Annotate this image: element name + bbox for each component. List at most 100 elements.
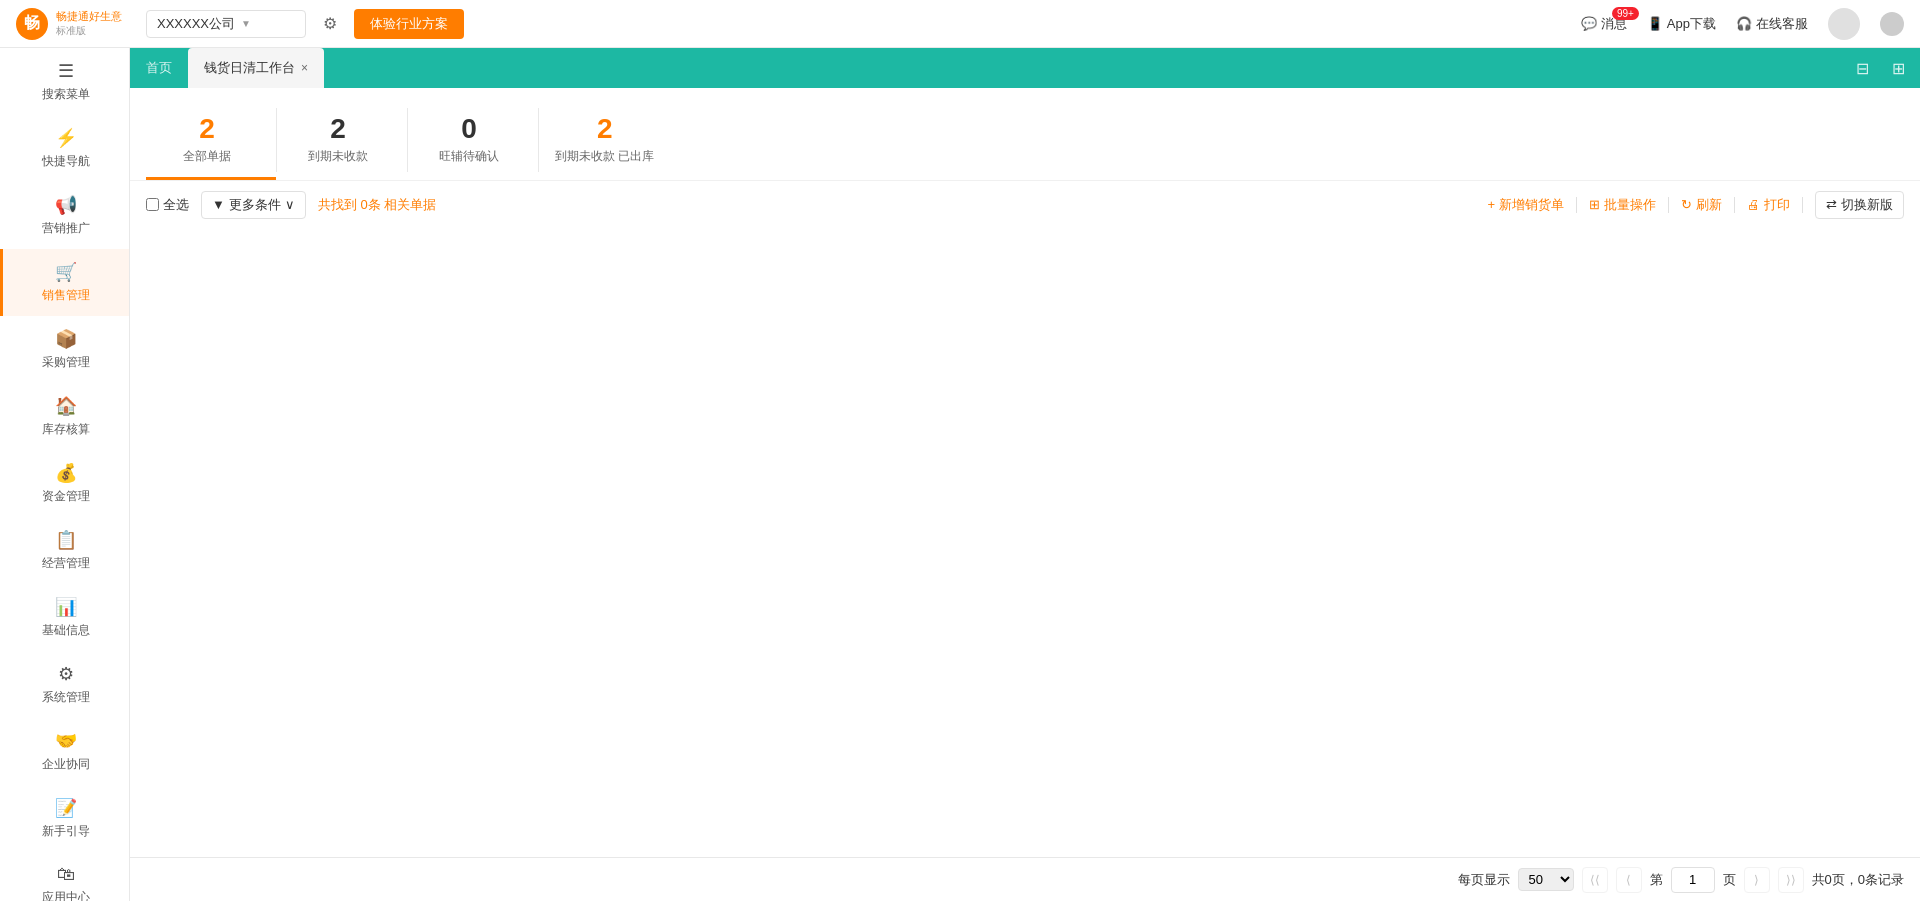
sidebar-label-sales: 销售管理	[42, 287, 90, 304]
filter-arrow-icon: ∨	[285, 197, 295, 212]
service-icon: 🎧	[1736, 16, 1752, 31]
logo-icon: 畅	[16, 8, 48, 40]
operations-icon: 📋	[55, 529, 77, 551]
first-page-button[interactable]: ⟨⟨	[1582, 867, 1608, 893]
summary-cards: 2 全部单据 2 到期未收款 0 旺辅待确认 2 到期未收款 已出库	[130, 88, 1920, 180]
toolbar: 全选 ▼ 更多条件 ∨ 共找到 0条 相关单据 + 新增销货单	[130, 180, 1920, 229]
refresh-icon: ↻	[1681, 197, 1692, 212]
message-icon: 💬	[1581, 16, 1597, 31]
sidebar-label-search-menu: 搜索菜单	[42, 86, 90, 103]
sidebar-label-quick-nav: 快捷导航	[42, 153, 90, 170]
next-page-button[interactable]: ⟩	[1744, 867, 1770, 893]
pagination-bar: 每页显示 50 100 200 ⟨⟨ ⟨ 第 页 ⟩ ⟩⟩ 共0页，0条记录	[130, 857, 1920, 901]
card-out-stock[interactable]: 2 到期未收款 已出库	[539, 104, 678, 180]
sidebar-item-finance[interactable]: 💰 资金管理	[0, 450, 129, 517]
select-all-checkbox[interactable]: 全选	[146, 196, 189, 214]
app-download-label: App下载	[1667, 15, 1716, 33]
select-all-label: 全选	[163, 196, 189, 214]
sidebar-item-operations[interactable]: 📋 经营管理	[0, 517, 129, 584]
sidebar-item-marketing[interactable]: 📢 营销推广	[0, 182, 129, 249]
online-service-button[interactable]: 🎧 在线客服	[1736, 15, 1808, 33]
total-info: 共0页，0条记录	[1812, 871, 1904, 889]
found-count-info: 共找到 0条 相关单据	[318, 196, 436, 214]
enterprise-icon: 🤝	[55, 730, 77, 752]
sidebar-label-marketing: 营销推广	[42, 220, 90, 237]
guide-icon: 📝	[55, 797, 77, 819]
toolbar-divider-4	[1802, 197, 1803, 213]
tab-home[interactable]: 首页	[130, 48, 188, 88]
system-icon: ⚙	[58, 663, 74, 685]
switch-label: 切换新版	[1841, 196, 1893, 214]
content-area: 2 全部单据 2 到期未收款 0 旺辅待确认 2 到期未收款 已出库	[130, 88, 1920, 901]
header-right: 💬 消息 99+ 📱 App下载 🎧 在线客服	[1581, 8, 1904, 40]
company-name: XXXXXX公司	[157, 15, 235, 33]
card-overdue-count: 2	[293, 112, 383, 146]
last-page-button[interactable]: ⟩⟩	[1778, 867, 1804, 893]
sidebar-item-purchase[interactable]: 📦 采购管理	[0, 316, 129, 383]
tab-home-label: 首页	[146, 59, 172, 77]
tab-close-icon[interactable]: ×	[301, 61, 308, 75]
print-button[interactable]: 🖨 打印	[1747, 196, 1790, 214]
prev-page-button[interactable]: ⟨	[1616, 867, 1642, 893]
tab-bar: 首页 钱货日清工作台 × ⊟ ⊞	[130, 48, 1920, 88]
sidebar-item-sales[interactable]: 🛒 销售管理	[0, 249, 129, 316]
sidebar-label-enterprise: 企业协同	[42, 756, 90, 773]
quick-nav-icon: ⚡	[55, 127, 77, 149]
dropdown-arrow-icon: ▼	[241, 18, 251, 29]
sidebar-item-search-menu[interactable]: ☰ 搜索菜单	[0, 48, 129, 115]
logo-text: 畅捷通好生意	[56, 9, 122, 23]
tab-workbench[interactable]: 钱货日清工作台 ×	[188, 48, 324, 88]
settings-button[interactable]: ⚙	[314, 8, 346, 40]
sidebar: ☰ 搜索菜单 ⚡ 快捷导航 📢 营销推广 🛒 销售管理 📦 采购管理 🏠 库存核…	[0, 48, 130, 901]
sidebar-label-base-info: 基础信息	[42, 622, 90, 639]
sidebar-item-enterprise[interactable]: 🤝 企业协同	[0, 718, 129, 785]
logo-sub: 标准版	[56, 24, 122, 38]
tab-minimize-button[interactable]: ⊟	[1848, 54, 1876, 82]
search-menu-icon: ☰	[58, 60, 74, 82]
sidebar-item-quick-nav[interactable]: ⚡ 快捷导航	[0, 115, 129, 182]
messages-button[interactable]: 💬 消息 99+	[1581, 15, 1627, 33]
trial-button[interactable]: 体验行业方案	[354, 9, 464, 39]
avatar-secondary[interactable]	[1880, 12, 1904, 36]
app-download-button[interactable]: 📱 App下载	[1647, 15, 1716, 33]
sidebar-label-guide: 新手引导	[42, 823, 90, 840]
phone-icon: 📱	[1647, 16, 1663, 31]
select-all-input[interactable]	[146, 198, 159, 211]
tab-actions: ⊟ ⊞	[1848, 54, 1920, 82]
sidebar-item-system[interactable]: ⚙ 系统管理	[0, 651, 129, 718]
card-out-stock-label: 到期未收款 已出库	[555, 148, 654, 165]
sidebar-item-base-info[interactable]: 📊 基础信息	[0, 584, 129, 651]
page-number-input[interactable]	[1671, 867, 1715, 893]
batch-btn-label: 批量操作	[1604, 196, 1656, 214]
sidebar-item-app-center[interactable]: 🛍 应用中心	[0, 852, 129, 901]
per-page-select[interactable]: 50 100 200	[1518, 868, 1574, 891]
batch-button[interactable]: ⊞ 批量操作	[1589, 196, 1656, 214]
sidebar-item-guide[interactable]: 📝 新手引导	[0, 785, 129, 852]
avatar[interactable]	[1828, 8, 1860, 40]
messages-badge: 99+	[1612, 7, 1639, 20]
add-icon: +	[1487, 197, 1495, 212]
per-page-label: 每页显示	[1458, 871, 1510, 889]
page-label: 第	[1650, 871, 1663, 889]
card-all[interactable]: 2 全部单据	[146, 104, 276, 180]
top-header: 畅 畅捷通好生意 标准版 XXXXXX公司 ▼ ⚙ 体验行业方案 💬 消息 99…	[0, 0, 1920, 48]
filter-button[interactable]: ▼ 更多条件 ∨	[201, 191, 306, 219]
filter-label: 更多条件	[229, 196, 281, 214]
sidebar-label-purchase: 采购管理	[42, 354, 90, 371]
sales-icon: 🛒	[55, 261, 77, 283]
card-pending-count: 0	[424, 112, 514, 146]
company-selector[interactable]: XXXXXX公司 ▼	[146, 10, 306, 38]
switch-version-button[interactable]: ⇄ 切换新版	[1815, 191, 1904, 219]
refresh-button[interactable]: ↻ 刷新	[1681, 196, 1722, 214]
sidebar-item-inventory[interactable]: 🏠 库存核算	[0, 383, 129, 450]
toolbar-divider-2	[1668, 197, 1669, 213]
add-btn-label: 新增销货单	[1499, 196, 1564, 214]
add-order-button[interactable]: + 新增销货单	[1487, 196, 1564, 214]
tab-expand-button[interactable]: ⊞	[1884, 54, 1912, 82]
card-overdue[interactable]: 2 到期未收款	[277, 104, 407, 180]
refresh-label: 刷新	[1696, 196, 1722, 214]
logo-text-area: 畅捷通好生意 标准版	[56, 9, 122, 37]
card-pending[interactable]: 0 旺辅待确认	[408, 104, 538, 180]
card-overdue-label: 到期未收款	[293, 148, 383, 165]
toolbar-divider-1	[1576, 197, 1577, 213]
